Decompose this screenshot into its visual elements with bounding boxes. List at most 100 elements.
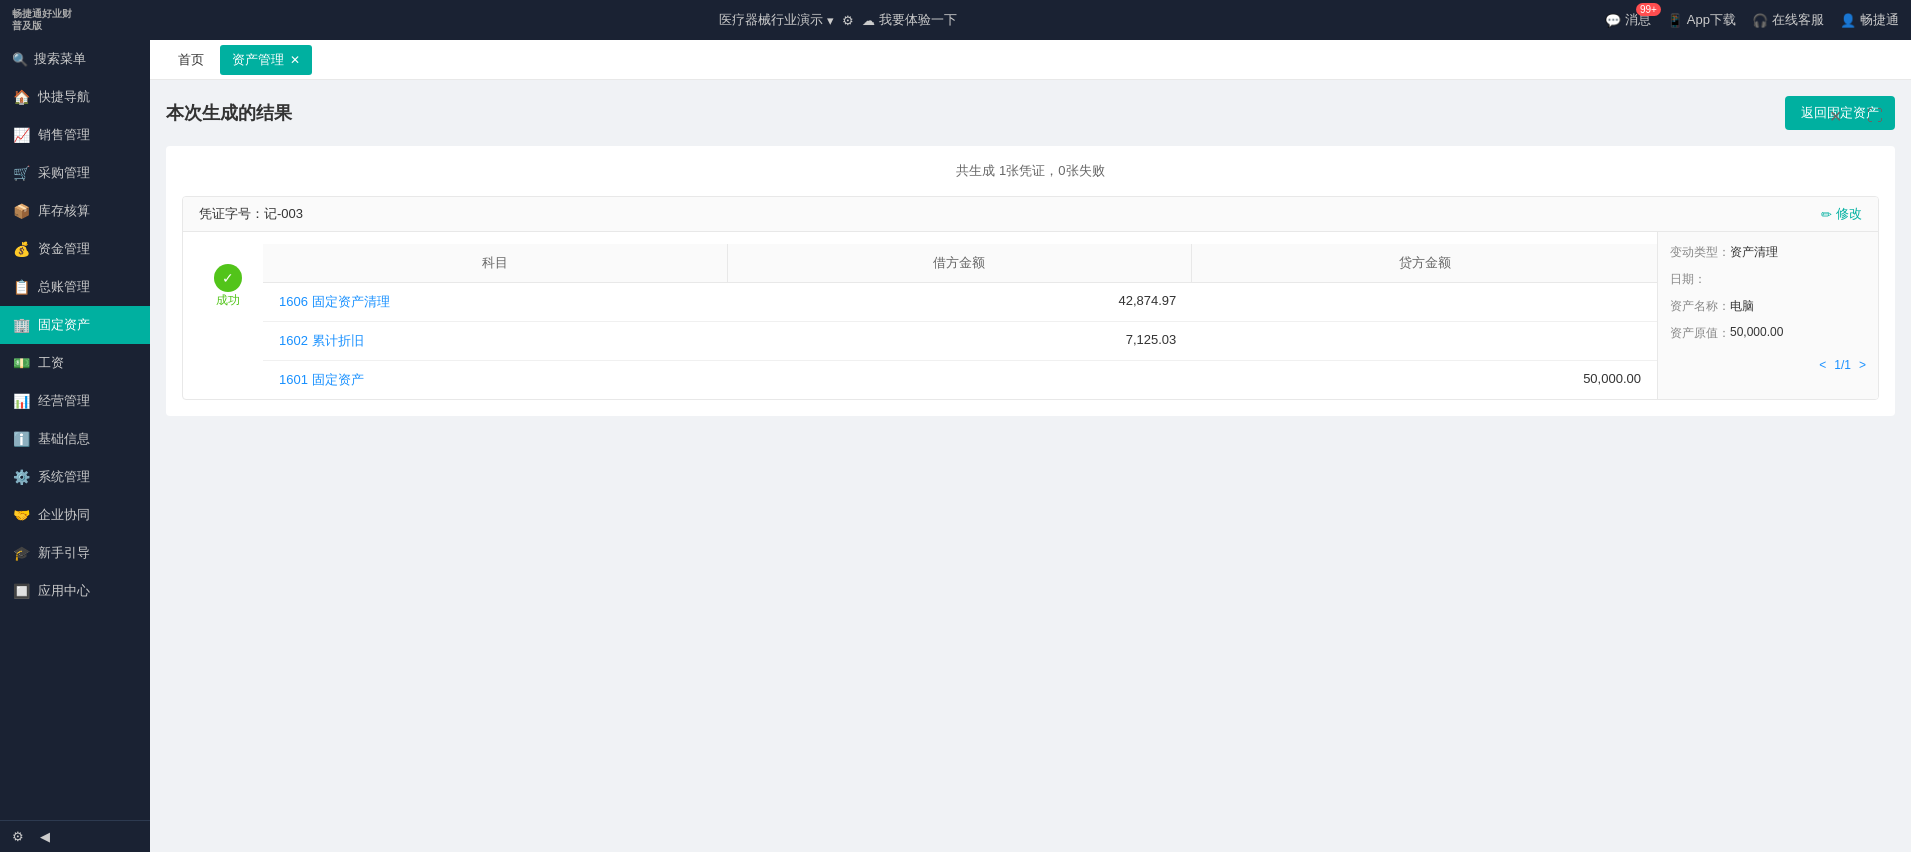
sidebar-item-ledger[interactable]: 📋 总账管理 xyxy=(0,268,150,306)
row2-credit xyxy=(1192,322,1657,360)
sidebar: 🔍 搜索菜单 🏠 快捷导航 📈 销售管理 🛒 采购管理 📦 库存核算 💰 资金管… xyxy=(0,40,150,852)
online-service-button[interactable]: 🎧 在线客服 xyxy=(1752,11,1824,29)
app-download-button[interactable]: 📱 App下载 xyxy=(1667,11,1736,29)
collapse-sidebar-icon[interactable]: ◀ xyxy=(40,829,50,844)
sidebar-item-collab[interactable]: 🤝 企业协同 xyxy=(0,496,150,534)
row1-debit: 42,874.97 xyxy=(728,283,1193,321)
date-label: 日期： xyxy=(1670,271,1730,288)
sidebar-item-label: 经营管理 xyxy=(38,392,90,410)
sidebar-item-label: 基础信息 xyxy=(38,430,90,448)
system-icon: ⚙️ xyxy=(12,468,30,486)
asset-value-value: 50,000.00 xyxy=(1730,325,1783,342)
funds-icon: 💰 xyxy=(12,240,30,258)
success-label: 成功 xyxy=(216,292,240,309)
collab-icon: 🤝 xyxy=(12,506,30,524)
settings-gear-icon[interactable]: ⚙ xyxy=(842,13,854,28)
sidebar-item-label: 固定资产 xyxy=(38,316,90,334)
page-title: 本次生成的结果 xyxy=(166,101,292,125)
app-download-label: App下载 xyxy=(1687,11,1736,29)
sidebar-item-purchase[interactable]: 🛒 采购管理 xyxy=(0,154,150,192)
sidebar-item-system[interactable]: ⚙️ 系统管理 xyxy=(0,458,150,496)
table-row: 1606 固定资产清理 42,874.97 xyxy=(263,283,1657,322)
purchase-icon: 🛒 xyxy=(12,164,30,182)
panel-top-actions: ✕ ⛶ xyxy=(1815,96,1895,136)
sidebar-item-apps[interactable]: 🔲 应用中心 xyxy=(0,572,150,610)
sales-icon: 📈 xyxy=(12,126,30,144)
panel-pagination: < 1/1 > xyxy=(1670,358,1866,372)
sidebar-item-label: 应用中心 xyxy=(38,582,90,600)
voucher-body: ✓ 成功 科目 借方金额 贷方金额 xyxy=(183,232,1878,399)
sidebar-item-label: 企业协同 xyxy=(38,506,90,524)
tab-asset-management[interactable]: 资产管理 ✕ xyxy=(220,45,312,75)
experience-button[interactable]: ☁ 我要体验一下 xyxy=(862,11,957,29)
headset-icon: 🎧 xyxy=(1752,13,1768,28)
experience-label: 我要体验一下 xyxy=(879,11,957,29)
panel-date: 日期： xyxy=(1670,271,1866,288)
messages-badge: 99+ xyxy=(1636,3,1661,16)
inventory-icon: 📦 xyxy=(12,202,30,220)
guide-icon: 🎓 xyxy=(12,544,30,562)
success-icon: ✓ xyxy=(214,264,242,292)
sidebar-search[interactable]: 🔍 搜索菜单 xyxy=(0,40,150,78)
asset-value-label: 资产原值： xyxy=(1670,325,1730,342)
voucher-header: 凭证字号：记-003 ✏ 修改 xyxy=(183,197,1878,232)
pagination-prev-icon[interactable]: < xyxy=(1819,358,1826,372)
home-icon: 🏠 xyxy=(12,88,30,106)
tab-close-icon[interactable]: ✕ xyxy=(290,53,300,67)
topbar-center: 医疗器械行业演示 ▾ ⚙ ☁ 我要体验一下 xyxy=(719,11,957,29)
sidebar-item-label: 库存核算 xyxy=(38,202,90,220)
online-service-label: 在线客服 xyxy=(1772,11,1824,29)
dropdown-arrow-icon: ▾ xyxy=(827,13,834,28)
sidebar-item-fixed-assets[interactable]: 🏢 固定资产 xyxy=(0,306,150,344)
cloud-icon: ☁ xyxy=(862,13,875,28)
table-header: 科目 借方金额 贷方金额 xyxy=(263,244,1657,283)
row3-subject[interactable]: 1601 固定资产 xyxy=(263,361,728,399)
change-type-label: 变动类型： xyxy=(1670,244,1730,261)
message-icon: 💬 xyxy=(1605,13,1621,28)
username: 畅捷通 xyxy=(1860,11,1899,29)
fixed-assets-icon: 🏢 xyxy=(12,316,30,334)
user-menu[interactable]: 👤 畅捷通 xyxy=(1840,11,1899,29)
topbar-left: 畅捷通好业财 普及版 xyxy=(12,8,72,32)
company-dropdown[interactable]: 医疗器械行业演示 ▾ xyxy=(719,11,834,29)
sidebar-item-payroll[interactable]: 💵 工资 xyxy=(0,344,150,382)
tab-home-label: 首页 xyxy=(178,52,204,67)
company-name: 医疗器械行业演示 xyxy=(719,11,823,29)
sidebar-item-home[interactable]: 🏠 快捷导航 xyxy=(0,78,150,116)
row1-credit xyxy=(1192,283,1657,321)
sidebar-item-operations[interactable]: 📊 经营管理 xyxy=(0,382,150,420)
row2-subject[interactable]: 1602 累计折旧 xyxy=(263,322,728,360)
edit-voucher-button[interactable]: ✏ 修改 xyxy=(1821,205,1862,223)
result-summary: 共生成 1张凭证，0张失败 xyxy=(182,162,1879,180)
pagination-next-icon[interactable]: > xyxy=(1859,358,1866,372)
messages-button[interactable]: 💬 消息 99+ xyxy=(1605,11,1651,29)
voucher-number: 凭证字号：记-003 xyxy=(199,205,303,223)
topbar: 畅捷通好业财 普及版 医疗器械行业演示 ▾ ⚙ ☁ 我要体验一下 💬 消息 99… xyxy=(0,0,1911,40)
sidebar-item-basic-info[interactable]: ℹ️ 基础信息 xyxy=(0,420,150,458)
settings-bottom-icon[interactable]: ⚙ xyxy=(12,829,24,844)
sidebar-item-label: 采购管理 xyxy=(38,164,90,182)
sidebar-item-guide[interactable]: 🎓 新手引导 xyxy=(0,534,150,572)
close-panel-button[interactable]: ✕ xyxy=(1815,96,1855,136)
voucher-right-panel: 变动类型： 资产清理 日期： 资产名称： 电脑 xyxy=(1658,232,1878,399)
change-type-value: 资产清理 xyxy=(1730,244,1778,261)
panel-asset-name: 资产名称： 电脑 xyxy=(1670,298,1866,315)
sidebar-item-sales[interactable]: 📈 销售管理 xyxy=(0,116,150,154)
sidebar-item-label: 新手引导 xyxy=(38,544,90,562)
row1-subject[interactable]: 1606 固定资产清理 xyxy=(263,283,728,321)
asset-name-label: 资产名称： xyxy=(1670,298,1730,315)
sidebar-item-inventory[interactable]: 📦 库存核算 xyxy=(0,192,150,230)
pagination-info: 1/1 xyxy=(1834,358,1851,372)
tab-home[interactable]: 首页 xyxy=(166,45,216,75)
panel-change-type: 变动类型： 资产清理 xyxy=(1670,244,1866,261)
search-icon: 🔍 xyxy=(12,52,28,67)
ledger-icon: 📋 xyxy=(12,278,30,296)
page-header: 本次生成的结果 返回固定资产 xyxy=(166,96,1895,130)
result-card: 共生成 1张凭证，0张失败 凭证字号：记-003 ✏ 修改 xyxy=(166,146,1895,416)
sidebar-item-funds[interactable]: 💰 资金管理 xyxy=(0,230,150,268)
row3-debit xyxy=(728,361,1193,399)
topbar-right: 💬 消息 99+ 📱 App下载 🎧 在线客服 👤 畅捷通 xyxy=(1605,11,1899,29)
table-row: 1602 累计折旧 7,125.03 xyxy=(263,322,1657,361)
expand-panel-button[interactable]: ⛶ xyxy=(1855,96,1895,136)
voucher-section: 凭证字号：记-003 ✏ 修改 xyxy=(182,196,1879,400)
